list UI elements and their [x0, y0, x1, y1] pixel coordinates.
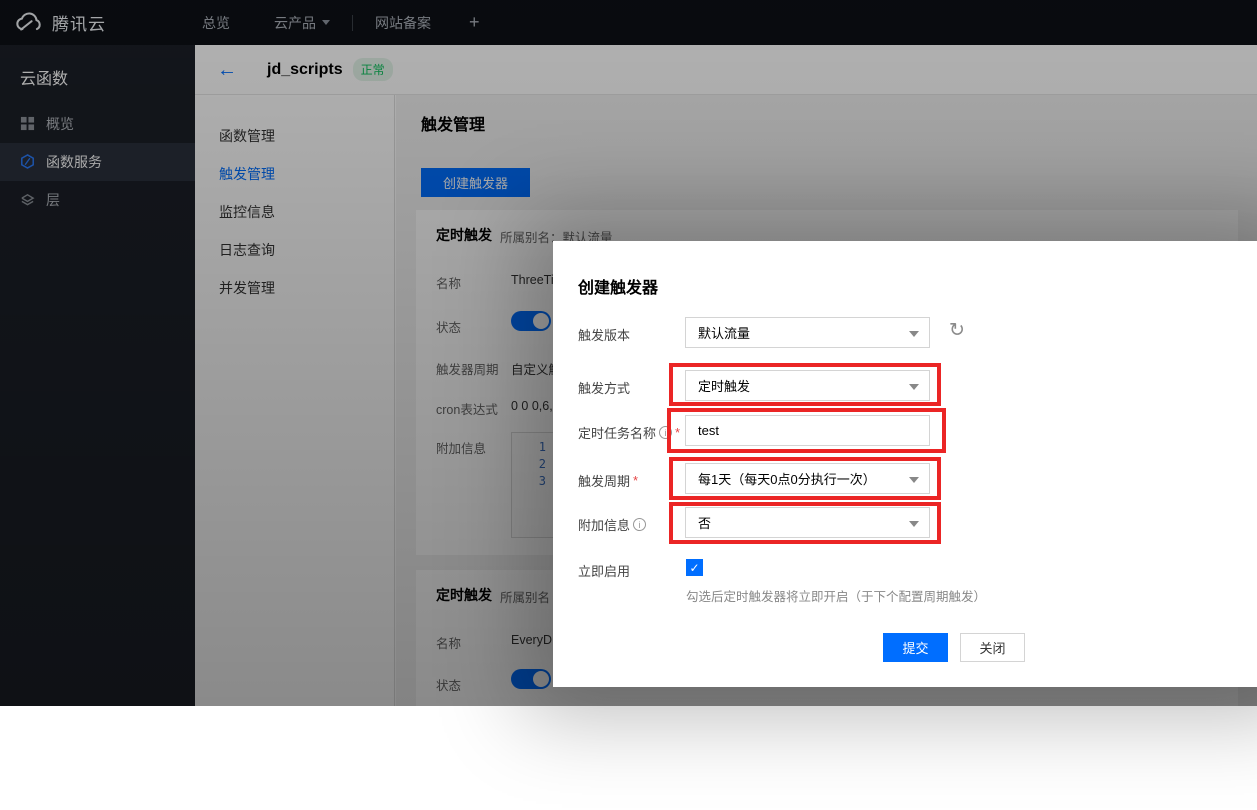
- info-icon: [659, 426, 672, 439]
- extra-value: 否: [698, 513, 711, 532]
- extra-label: 附加信息: [578, 515, 646, 534]
- info-icon: [633, 518, 646, 531]
- enable-checkbox[interactable]: [686, 559, 703, 576]
- method-value: 定时触发: [698, 376, 750, 395]
- period-label: 触发周期 *: [578, 471, 638, 490]
- period-label-text: 触发周期: [578, 471, 630, 490]
- chevron-down-icon: [909, 331, 919, 337]
- version-select[interactable]: 默认流量: [685, 317, 930, 348]
- chevron-down-icon: [909, 521, 919, 527]
- close-button[interactable]: 关闭: [960, 633, 1025, 662]
- extra-select[interactable]: 否: [685, 507, 930, 538]
- task-name-label: 定时任务名称 *: [578, 423, 680, 442]
- required-asterisk: *: [633, 473, 638, 488]
- chevron-down-icon: [909, 477, 919, 483]
- refresh-icon[interactable]: ↻: [949, 321, 965, 340]
- submit-button[interactable]: 提交: [883, 633, 948, 662]
- modal-title: 创建触发器: [578, 274, 658, 298]
- chevron-down-icon: [909, 384, 919, 390]
- version-label: 触发版本: [578, 325, 630, 344]
- required-asterisk: *: [675, 425, 680, 440]
- create-trigger-modal: 创建触发器 触发版本 默认流量 ↻ 触发方式 定时触发 定时任务名称 * 触发周…: [553, 241, 1257, 687]
- enable-helper-text: 勾选后定时触发器将立即开启（于下个配置周期触发）: [686, 586, 986, 605]
- extra-label-text: 附加信息: [578, 515, 630, 534]
- task-name-input[interactable]: [685, 415, 930, 446]
- version-value: 默认流量: [698, 323, 750, 342]
- period-select[interactable]: 每1天（每天0点0分执行一次）: [685, 463, 930, 494]
- method-label: 触发方式: [578, 378, 630, 397]
- enable-label: 立即启用: [578, 561, 630, 580]
- method-select[interactable]: 定时触发: [685, 370, 930, 401]
- period-value: 每1天（每天0点0分执行一次）: [698, 469, 876, 488]
- task-name-label-text: 定时任务名称: [578, 423, 656, 442]
